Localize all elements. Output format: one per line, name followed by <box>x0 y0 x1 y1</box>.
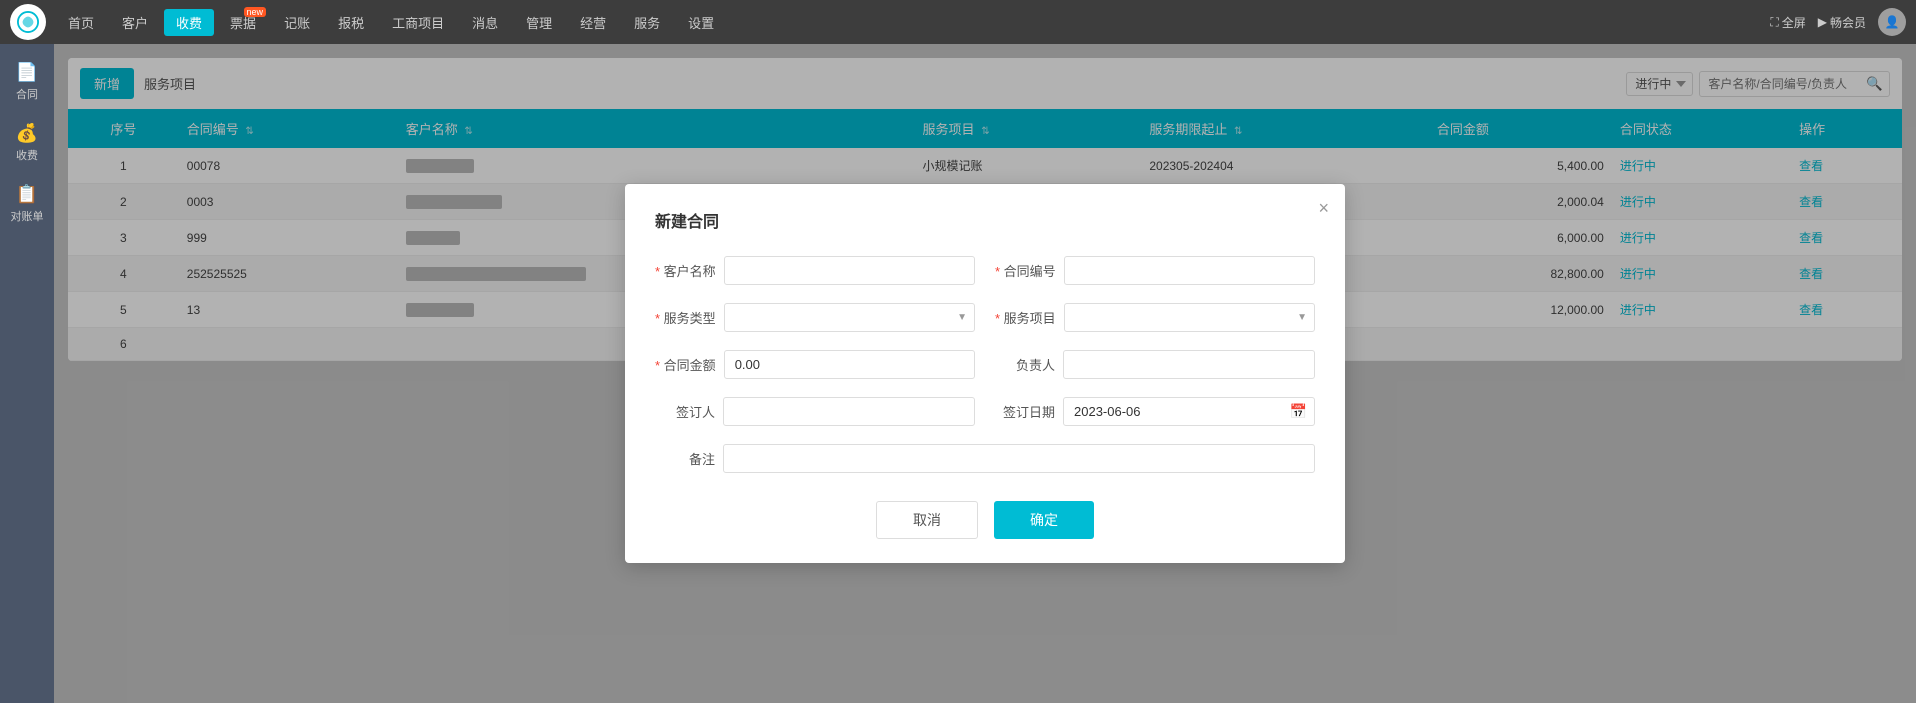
sign-date-wrapper: 📅 <box>1063 397 1315 426</box>
contract-icon: 📄 <box>16 62 38 83</box>
fullscreen-icon: ⛶ <box>1770 15 1778 30</box>
right-actions: ⛶ 全屏 ▶ 畅会员 👤 <box>1770 8 1906 36</box>
input-signer[interactable] <box>723 397 975 426</box>
form-grid: 客户名称 合同编号 服务类型 ▼ <box>655 256 1315 473</box>
main-layout: 📄 合同 💰 收费 📋 对账单 新增 服务项目 进行中 已完成 <box>0 44 1916 703</box>
input-responsible[interactable] <box>1063 350 1315 379</box>
modal-overlay: × 新建合同 客户名称 合同编号 服务类型 <box>54 44 1916 703</box>
sidebar-item-collection[interactable]: 💰 收费 <box>2 115 52 171</box>
input-remark[interactable] <box>723 444 1315 473</box>
nav-item-tax[interactable]: 报税 <box>326 9 376 36</box>
input-sign-date[interactable] <box>1063 397 1315 426</box>
label-remark: 备注 <box>655 449 715 468</box>
logo[interactable] <box>10 4 46 40</box>
form-row-remark: 备注 <box>655 444 1315 473</box>
sidebar-item-reconcile[interactable]: 📋 对账单 <box>2 176 52 232</box>
modal-footer: 取消 确定 <box>655 501 1315 539</box>
top-navigation: 首页 客户 收费 票据 new 记账 报税 工商项目 消息 管理 经营 服务 设… <box>0 0 1916 44</box>
avatar-icon: 👤 <box>1885 15 1900 29</box>
play-icon: ▶ <box>1818 15 1827 29</box>
form-row-customer-name: 客户名称 <box>655 256 975 285</box>
nav-item-tickets[interactable]: 票据 new <box>218 9 268 36</box>
form-row-service-type: 服务类型 ▼ <box>655 303 975 332</box>
nav-item-settings[interactable]: 设置 <box>676 9 726 36</box>
label-service-item: 服务项目 <box>995 308 1056 327</box>
label-service-type: 服务类型 <box>655 308 716 327</box>
label-signer: 签订人 <box>655 402 715 421</box>
confirm-button[interactable]: 确定 <box>994 501 1094 539</box>
nav-item-accounting[interactable]: 记账 <box>272 9 322 36</box>
collection-icon: 💰 <box>16 123 38 144</box>
form-row-signer: 签订人 <box>655 397 975 426</box>
form-row-amount: 合同金额 <box>655 350 975 379</box>
member-button[interactable]: ▶ 畅会员 <box>1818 14 1866 31</box>
label-amount: 合同金额 <box>655 355 716 374</box>
form-row-sign-date: 签订日期 📅 <box>995 397 1315 426</box>
nav-item-home[interactable]: 首页 <box>56 9 106 36</box>
nav-item-business[interactable]: 工商项目 <box>380 9 456 36</box>
nav-item-invoicing[interactable]: 收费 <box>164 9 214 36</box>
modal-title: 新建合同 <box>655 208 1315 232</box>
service-item-select-wrapper: ▼ <box>1064 303 1315 332</box>
label-sign-date: 签订日期 <box>995 402 1055 421</box>
input-contract-no[interactable] <box>1064 256 1315 285</box>
nav-item-message[interactable]: 消息 <box>460 9 510 36</box>
content-area: 新增 服务项目 进行中 已完成 已终止 🔍 <box>54 44 1916 703</box>
nav-items-container: 首页 客户 收费 票据 new 记账 报税 工商项目 消息 管理 经营 服务 设… <box>56 9 1770 36</box>
form-row-service-item: 服务项目 ▼ <box>995 303 1315 332</box>
select-service-item[interactable] <box>1064 303 1315 332</box>
new-badge: new <box>244 7 267 17</box>
input-customer-name[interactable] <box>724 256 975 285</box>
new-contract-modal: × 新建合同 客户名称 合同编号 服务类型 <box>625 184 1345 563</box>
sidebar-item-contract[interactable]: 📄 合同 <box>2 54 52 110</box>
nav-item-manage[interactable]: 管理 <box>514 9 564 36</box>
service-type-select-wrapper: ▼ <box>724 303 975 332</box>
nav-item-customer[interactable]: 客户 <box>110 9 160 36</box>
select-service-type[interactable] <box>724 303 975 332</box>
input-amount[interactable] <box>724 350 975 379</box>
modal-close-button[interactable]: × <box>1318 198 1329 219</box>
label-responsible: 负责人 <box>995 355 1055 374</box>
form-row-responsible: 负责人 <box>995 350 1315 379</box>
nav-item-service[interactable]: 服务 <box>622 9 672 36</box>
label-customer-name: 客户名称 <box>655 261 716 280</box>
label-contract-no: 合同编号 <box>995 261 1056 280</box>
form-row-contract-no: 合同编号 <box>995 256 1315 285</box>
sidebar: 📄 合同 💰 收费 📋 对账单 <box>0 44 54 703</box>
fullscreen-button[interactable]: ⛶ 全屏 <box>1770 14 1805 31</box>
avatar[interactable]: 👤 <box>1878 8 1906 36</box>
reconcile-icon: 📋 <box>16 184 38 205</box>
nav-item-operate[interactable]: 经营 <box>568 9 618 36</box>
cancel-button[interactable]: 取消 <box>876 501 978 539</box>
